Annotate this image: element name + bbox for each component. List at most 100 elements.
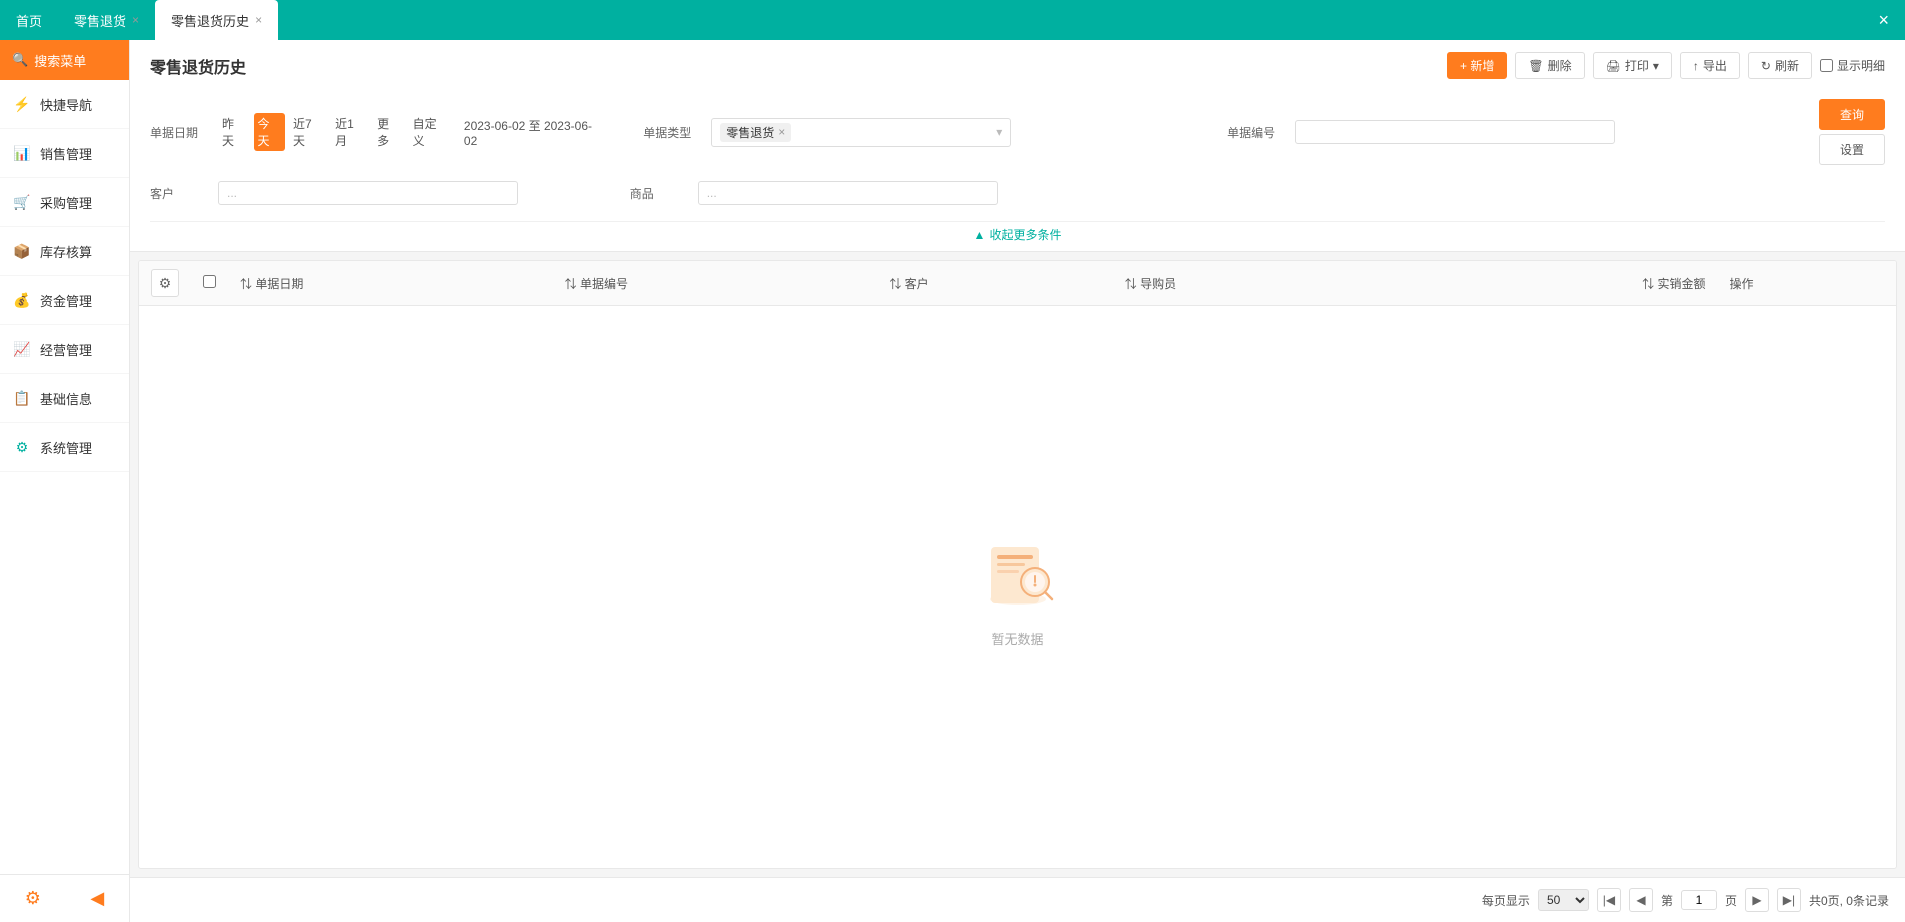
- sidebar-item-quick-nav[interactable]: ⚡ 快捷导航: [0, 80, 129, 129]
- system-mgmt-icon: ⚙: [12, 437, 32, 457]
- col-guide-label: ⇅ 导购员: [1125, 277, 1176, 291]
- filter-section-1: 单据日期 昨天 今天 近7天 近1月 更多 自定义 2023-06-02 至 2…: [150, 99, 1885, 173]
- docno-input[interactable]: [1295, 120, 1615, 144]
- page-number-input[interactable]: [1681, 890, 1717, 910]
- col-guide: ⇅ 导购员: [1113, 261, 1393, 306]
- top-bar: 首页零售退货×零售退货历史× ×: [0, 0, 1905, 40]
- col-docno: ⇅ 单据编号: [553, 261, 878, 306]
- date-opt-custom[interactable]: 自定义: [409, 113, 452, 151]
- empty-state: 暂无数据: [139, 306, 1896, 868]
- doctype-tag-label: 零售退货: [726, 124, 774, 141]
- tab-retail-return[interactable]: 零售退货×: [58, 0, 155, 40]
- window-close-button[interactable]: ×: [1862, 10, 1905, 31]
- date-opt-today[interactable]: 今天: [254, 113, 286, 151]
- quick-nav-icon: ⚡: [12, 94, 32, 114]
- tab-home[interactable]: 首页: [0, 0, 58, 40]
- delete-icon: 🗑: [1528, 59, 1543, 73]
- settings-gear-icon[interactable]: ⚙: [25, 888, 41, 909]
- business-icon: 📈: [12, 339, 32, 359]
- setting-button[interactable]: 设置: [1819, 134, 1885, 165]
- date-opt-7days[interactable]: 近7天: [289, 113, 327, 151]
- sidebar-item-purchase-mgmt[interactable]: 🛒 采购管理: [0, 178, 129, 227]
- refresh-button[interactable]: ↻ 刷新: [1748, 52, 1812, 79]
- per-page-select[interactable]: 50 10 20 100: [1538, 889, 1589, 911]
- collapse-sidebar-icon[interactable]: ◀: [90, 888, 104, 909]
- data-table: ⚙ ⇅ 单据日期 ⇅ 单据编号: [139, 261, 1896, 306]
- next-page-button[interactable]: ▶: [1745, 888, 1769, 912]
- customer-filter-label: 客户: [150, 185, 210, 202]
- doctype-select[interactable]: 零售退货 × ▾: [711, 118, 1011, 147]
- print-icon: 🖨: [1606, 59, 1621, 73]
- date-opt-1month[interactable]: 近1月: [331, 113, 369, 151]
- sidebar-item-inventory[interactable]: 📦 库存核算: [0, 227, 129, 276]
- first-page-button[interactable]: |◀: [1597, 888, 1621, 912]
- filter-row-1: 单据日期 昨天 今天 近7天 近1月 更多 自定义 2023-06-02 至 2…: [150, 99, 1885, 173]
- sidebar-menu: ⚡ 快捷导航📊 销售管理🛒 采购管理📦 库存核算💰 资金管理📈 经营管理📋 基础…: [0, 80, 129, 874]
- page-header: 零售退货历史 + 新增 🗑 删除 🖨 打印 ▾ ↑ 导出: [130, 40, 1905, 252]
- tab-close-retail-return[interactable]: ×: [132, 13, 139, 27]
- show-detail-checkbox-label[interactable]: 显示明细: [1820, 57, 1885, 74]
- goods-filter-group: 商品 ...: [630, 181, 1158, 205]
- export-icon: ↑: [1693, 59, 1699, 73]
- sidebar-item-system-mgmt[interactable]: ⚙ 系统管理: [0, 423, 129, 472]
- new-button[interactable]: + 新增: [1447, 52, 1507, 79]
- col-operation: 操作: [1717, 261, 1896, 306]
- col-checkbox: [191, 261, 228, 306]
- col-docno-label: ⇅ 单据编号: [565, 277, 628, 291]
- prev-page-button[interactable]: ◀: [1629, 888, 1653, 912]
- date-range-text: 2023-06-02 至 2023-06-02: [464, 117, 603, 148]
- sidebar-item-finance[interactable]: 💰 资金管理: [0, 276, 129, 325]
- customer-filter-group: 客户 ...: [150, 181, 590, 205]
- print-dropdown-icon: ▾: [1653, 59, 1659, 73]
- tab-list: 首页零售退货×零售退货历史×: [0, 0, 1862, 40]
- sidebar-search-button[interactable]: 🔍 搜索菜单: [0, 40, 129, 80]
- query-button[interactable]: 查询: [1819, 99, 1885, 130]
- sidebar-label-purchase-mgmt: 采购管理: [40, 193, 92, 212]
- doctype-tag-close[interactable]: ×: [778, 125, 785, 139]
- goods-placeholder: ...: [707, 186, 717, 200]
- sidebar-label-inventory: 库存核算: [40, 242, 92, 261]
- sidebar-item-business[interactable]: 📈 经营管理: [0, 325, 129, 374]
- print-button[interactable]: 🖨 打印 ▾: [1593, 52, 1672, 79]
- sidebar-label-sales-mgmt: 销售管理: [40, 144, 92, 163]
- doctype-filter-label: 单据类型: [643, 124, 703, 141]
- delete-button[interactable]: 🗑 删除: [1515, 52, 1584, 79]
- date-options: 昨天 今天 近7天 近1月 更多 自定义: [218, 113, 452, 151]
- per-page-label: 每页显示: [1482, 892, 1530, 909]
- page-title-row: 零售退货历史 + 新增 🗑 删除 🖨 打印 ▾ ↑ 导出: [150, 52, 1885, 79]
- last-page-button[interactable]: ▶|: [1777, 888, 1801, 912]
- sidebar-label-system-mgmt: 系统管理: [40, 438, 92, 457]
- collapse-up-icon: ▲: [974, 228, 986, 242]
- customer-select[interactable]: ...: [218, 181, 518, 205]
- docno-filter-group: 单据编号: [1227, 120, 1771, 144]
- sidebar-search-label: 搜索菜单: [34, 51, 86, 70]
- collapse-button[interactable]: ▲ 收起更多条件: [150, 221, 1885, 251]
- table-settings-icon[interactable]: ⚙: [151, 269, 179, 297]
- date-opt-yesterday[interactable]: 昨天: [218, 113, 250, 151]
- empty-text: 暂无数据: [991, 629, 1043, 648]
- date-opt-more[interactable]: 更多: [373, 113, 405, 151]
- goods-select[interactable]: ...: [698, 181, 998, 205]
- sidebar-item-sales-mgmt[interactable]: 📊 销售管理: [0, 129, 129, 178]
- col-date: ⇅ 单据日期: [228, 261, 553, 306]
- select-all-checkbox[interactable]: [203, 275, 216, 288]
- show-detail-checkbox[interactable]: [1820, 59, 1833, 72]
- doctype-filter-group: 单据类型 零售退货 × ▾: [643, 118, 1187, 147]
- customer-placeholder: ...: [227, 186, 237, 200]
- col-operation-label: 操作: [1729, 277, 1753, 291]
- page-label: 页: [1725, 892, 1737, 909]
- page-title: 零售退货历史: [150, 54, 246, 78]
- tab-close-retail-return-history[interactable]: ×: [255, 13, 262, 27]
- sidebar: 🔍 搜索菜单 ⚡ 快捷导航📊 销售管理🛒 采购管理📦 库存核算💰 资金管理📈 经…: [0, 40, 130, 922]
- goods-filter-label: 商品: [630, 185, 690, 202]
- export-button[interactable]: ↑ 导出: [1680, 52, 1740, 79]
- date-filter-label: 单据日期: [150, 124, 210, 141]
- refresh-icon: ↻: [1761, 59, 1771, 73]
- collapse-label: 收起更多条件: [989, 226, 1061, 243]
- sidebar-label-business: 经营管理: [40, 340, 92, 359]
- sidebar-label-quick-nav: 快捷导航: [40, 95, 92, 114]
- sidebar-label-basic-info: 基础信息: [40, 389, 92, 408]
- sidebar-item-basic-info[interactable]: 📋 基础信息: [0, 374, 129, 423]
- sidebar-label-finance: 资金管理: [40, 291, 92, 310]
- tab-retail-return-history[interactable]: 零售退货历史×: [155, 0, 278, 40]
